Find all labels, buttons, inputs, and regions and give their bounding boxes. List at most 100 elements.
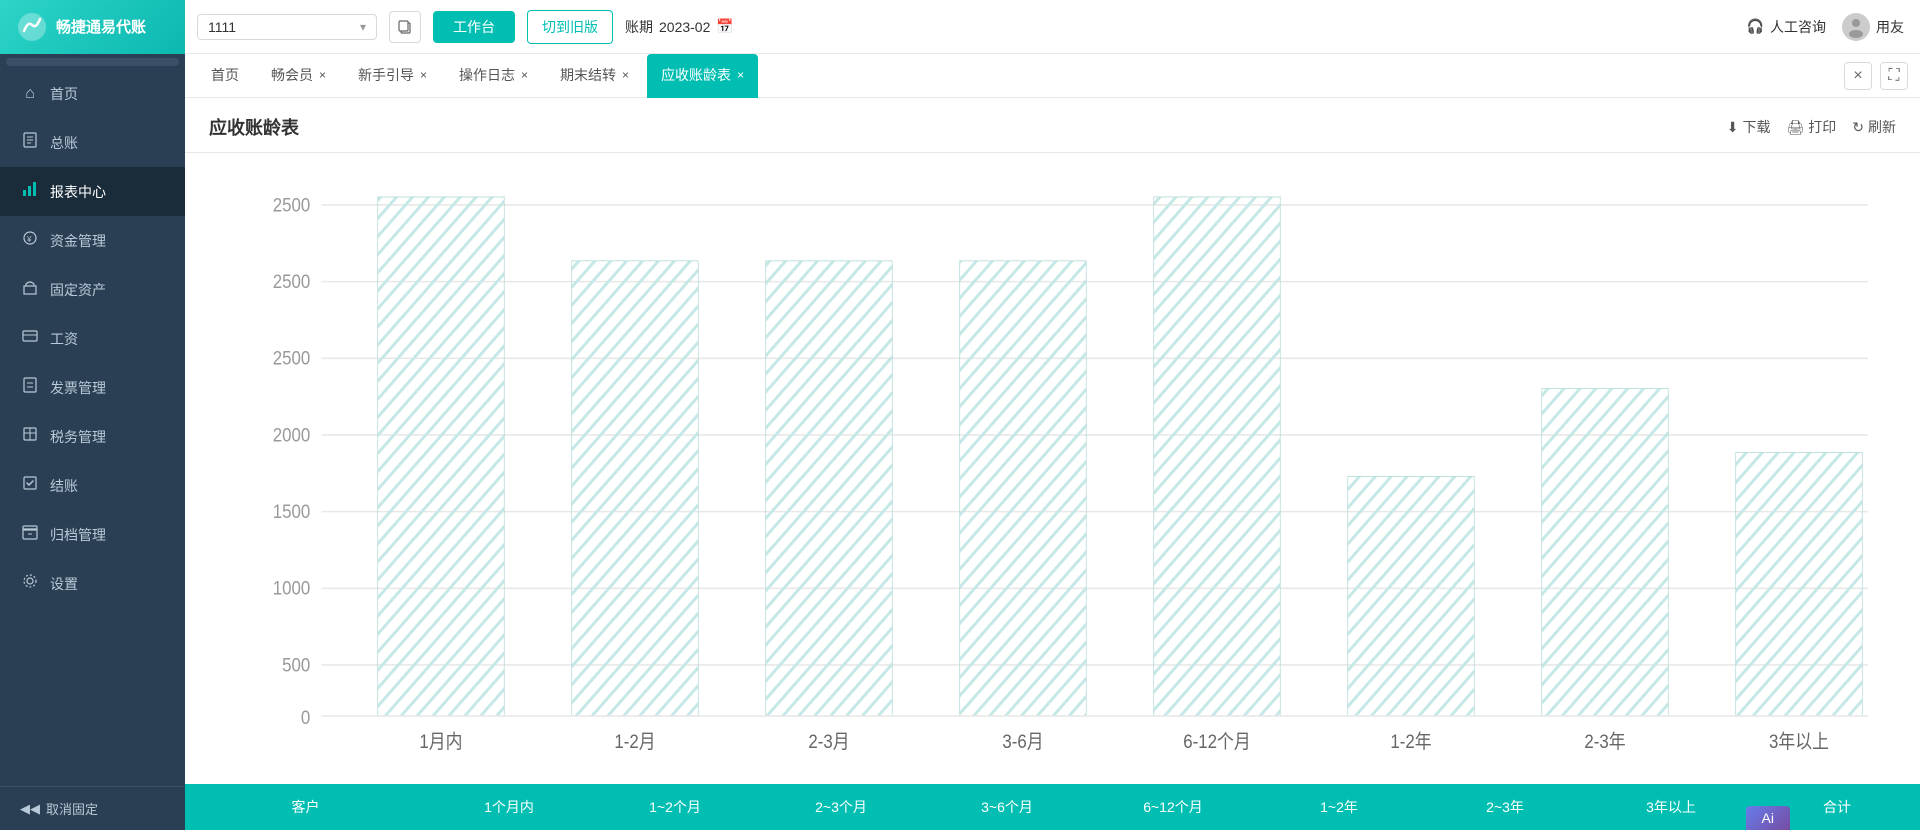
svg-text:2000: 2000 bbox=[273, 424, 311, 445]
period-area: 账期 2023-02 📅 bbox=[625, 17, 734, 37]
bar-chart: 2500 2500 2500 2000 1500 1000 500 0 bbox=[209, 173, 1896, 764]
svg-text:2-3年: 2-3年 bbox=[1584, 731, 1625, 752]
sidebar-label-settle: 结账 bbox=[50, 476, 78, 496]
svg-text:2500: 2500 bbox=[273, 271, 311, 292]
workbench-button[interactable]: 工作台 bbox=[433, 11, 515, 43]
sidebar-label-invoice: 发票管理 bbox=[50, 378, 106, 398]
tabs-bar: 首页 畅会员 × 新手引导 × 操作日志 × 期末结转 × 应收账龄表 × bbox=[185, 54, 1920, 98]
company-name: 1111 bbox=[208, 19, 354, 35]
sidebar-label-assets: 固定资产 bbox=[50, 280, 106, 300]
sidebar-item-ledger[interactable]: 总账 bbox=[0, 118, 185, 167]
print-label: 打印 bbox=[1808, 117, 1836, 137]
user-name: 用友 bbox=[1876, 17, 1904, 37]
tab-member-close[interactable]: × bbox=[319, 68, 326, 82]
page-actions: ⬇ 下载 🖨 打印 ↻ 刷新 bbox=[1727, 117, 1896, 137]
col-2-3month: 2~3个月 bbox=[758, 797, 924, 817]
svg-text:1500: 1500 bbox=[273, 501, 311, 522]
tabs-right: × ⛶ bbox=[1844, 62, 1908, 90]
svg-text:1000: 1000 bbox=[273, 578, 311, 599]
user-area[interactable]: 用友 bbox=[1842, 13, 1904, 41]
sidebar-item-funds[interactable]: ¥ 资金管理 bbox=[0, 216, 185, 265]
print-icon: 🖨 bbox=[1786, 119, 1804, 136]
reports-svg bbox=[22, 181, 38, 197]
period-value: 2023-02 bbox=[659, 19, 710, 35]
col-1-2month: 1~2个月 bbox=[592, 797, 758, 817]
tab-log-close[interactable]: × bbox=[521, 68, 528, 82]
tab-aging-close[interactable]: × bbox=[737, 68, 744, 82]
svg-text:3-6月: 3-6月 bbox=[1002, 731, 1043, 752]
settle-icon bbox=[20, 475, 40, 496]
settings-svg bbox=[22, 573, 38, 589]
payroll-svg bbox=[22, 328, 38, 344]
col-3year-plus: 3年以上 bbox=[1588, 797, 1754, 817]
header-right: 🎧 人工咨询 用友 bbox=[1747, 13, 1904, 41]
tab-guide-close[interactable]: × bbox=[420, 68, 427, 82]
sidebar-label-home: 首页 bbox=[50, 84, 78, 104]
refresh-button[interactable]: ↻ 刷新 bbox=[1852, 117, 1896, 137]
sidebar-item-home[interactable]: ⌂ 首页 bbox=[0, 70, 185, 118]
tab-period-end-label: 期末结转 bbox=[560, 65, 616, 85]
download-button[interactable]: ⬇ 下载 bbox=[1727, 117, 1771, 137]
print-button[interactable]: 🖨 打印 bbox=[1786, 117, 1836, 137]
consult-label: 人工咨询 bbox=[1770, 17, 1826, 37]
collapse-label: 取消固定 bbox=[46, 799, 98, 818]
table-header: 客户 1个月内 1~2个月 2~3个月 3~6个月 6~12个月 1~2年 2~… bbox=[185, 784, 1920, 830]
sidebar-label-tax: 税务管理 bbox=[50, 427, 106, 447]
refresh-icon: ↻ bbox=[1852, 119, 1864, 136]
col-1month: 1个月内 bbox=[426, 797, 592, 817]
tab-aging-label: 应收账龄表 bbox=[661, 65, 731, 85]
invoice-icon bbox=[20, 377, 40, 398]
sidebar-label-payroll: 工资 bbox=[50, 329, 78, 349]
sidebar-item-settle[interactable]: 结账 bbox=[0, 461, 185, 510]
chevron-down-icon: ▾ bbox=[360, 20, 366, 34]
svg-text:2500: 2500 bbox=[273, 348, 311, 369]
tab-home[interactable]: 首页 bbox=[197, 54, 253, 98]
sidebar-item-archive[interactable]: 归档管理 bbox=[0, 510, 185, 559]
company-selector[interactable]: 1111 ▾ bbox=[197, 14, 377, 40]
sidebar-label-reports: 报表中心 bbox=[50, 182, 106, 202]
ai-badge[interactable]: Ai bbox=[1746, 806, 1790, 830]
tab-member[interactable]: 畅会员 × bbox=[257, 54, 340, 98]
calendar-icon[interactable]: 📅 bbox=[716, 18, 733, 35]
download-label: 下载 bbox=[1742, 117, 1770, 137]
sidebar-item-assets[interactable]: 固定资产 bbox=[0, 265, 185, 314]
invoice-svg bbox=[22, 377, 38, 393]
scroll-indicator bbox=[6, 58, 179, 66]
svg-text:¥: ¥ bbox=[26, 235, 32, 244]
tab-aging[interactable]: 应收账龄表 × bbox=[647, 54, 758, 98]
sidebar-item-reports[interactable]: 报表中心 bbox=[0, 167, 185, 216]
tab-guide[interactable]: 新手引导 × bbox=[344, 54, 441, 98]
avatar bbox=[1842, 13, 1870, 41]
settings-icon bbox=[20, 573, 40, 594]
archive-icon bbox=[20, 524, 40, 545]
content-area: 首页 畅会员 × 新手引导 × 操作日志 × 期末结转 × 应收账龄表 × bbox=[185, 54, 1920, 830]
ledger-svg bbox=[22, 132, 38, 148]
sidebar-item-settings[interactable]: 设置 bbox=[0, 559, 185, 608]
tab-period-end[interactable]: 期末结转 × bbox=[546, 54, 643, 98]
reports-icon bbox=[20, 181, 40, 202]
payroll-icon bbox=[20, 328, 40, 349]
chart-area: 2500 2500 2500 2000 1500 1000 500 0 bbox=[185, 153, 1920, 784]
svg-text:1月内: 1月内 bbox=[419, 731, 462, 752]
sidebar-label-archive: 归档管理 bbox=[50, 525, 106, 545]
sidebar-item-payroll[interactable]: 工资 bbox=[0, 314, 185, 363]
consult-button[interactable]: 🎧 人工咨询 bbox=[1747, 17, 1826, 37]
tax-icon bbox=[20, 426, 40, 447]
download-icon: ⬇ bbox=[1727, 119, 1739, 136]
sidebar-item-invoice[interactable]: 发票管理 bbox=[0, 363, 185, 412]
expand-tab-button[interactable]: ⛶ bbox=[1880, 62, 1908, 90]
switch-version-button[interactable]: 切到旧版 bbox=[527, 10, 613, 44]
page-header: 应收账龄表 ⬇ 下载 🖨 打印 ↻ 刷新 bbox=[185, 98, 1920, 153]
close-tab-button[interactable]: × bbox=[1844, 62, 1872, 90]
svg-text:6-12个月: 6-12个月 bbox=[1183, 731, 1250, 752]
copy-button[interactable] bbox=[389, 11, 421, 43]
collapse-button[interactable]: ◀◀ 取消固定 bbox=[0, 786, 185, 830]
tab-log[interactable]: 操作日志 × bbox=[445, 54, 542, 98]
col-customer: 客户 bbox=[185, 797, 426, 817]
col-2-3year: 2~3年 bbox=[1422, 797, 1588, 817]
tab-period-end-close[interactable]: × bbox=[622, 68, 629, 82]
funds-icon: ¥ bbox=[20, 230, 40, 251]
sidebar-item-tax[interactable]: 税务管理 bbox=[0, 412, 185, 461]
assets-icon bbox=[20, 279, 40, 300]
top-header: 畅捷通易代账 1111 ▾ 工作台 切到旧版 账期 2023-02 📅 🎧 人工… bbox=[0, 0, 1920, 54]
